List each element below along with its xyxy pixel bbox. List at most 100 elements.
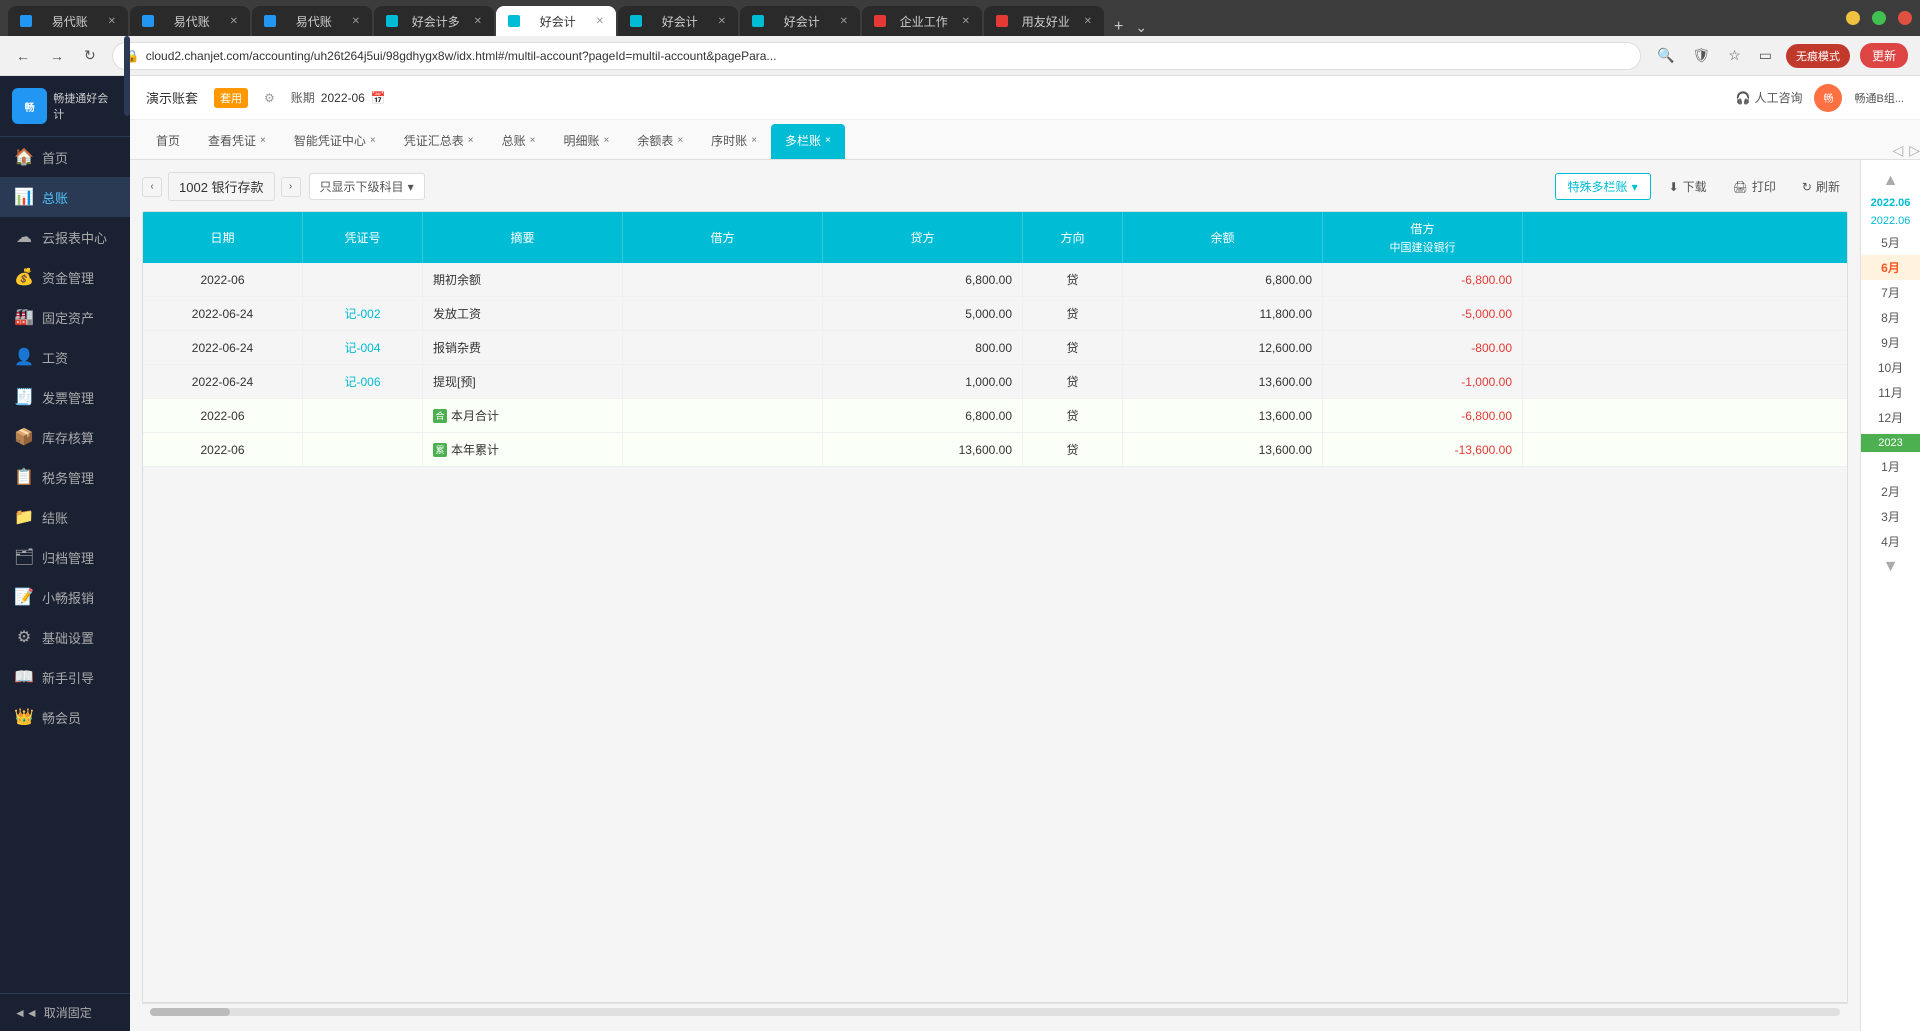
sidebar-item-archive[interactable]: 🗂 归档管理 xyxy=(0,537,130,577)
tab-close-view-voucher[interactable]: × xyxy=(260,135,266,146)
maximize-button[interactable]: □ xyxy=(1872,11,1886,25)
calendar-month-9[interactable]: 9月 xyxy=(1861,330,1920,355)
browser-tab-3[interactable]: 易代账 ✕ xyxy=(252,6,372,36)
calendar-month-8[interactable]: 8月 xyxy=(1861,305,1920,330)
sidebar-toggle-icon[interactable]: ▭ xyxy=(1755,43,1776,68)
download-button[interactable]: ⬇ 下载 xyxy=(1661,174,1715,199)
sidebar-item-payroll[interactable]: 👤 工资 xyxy=(0,337,130,377)
sidebar-item-tax[interactable]: 📋 税务管理 xyxy=(0,457,130,497)
search-icon[interactable]: 🔍 xyxy=(1653,43,1678,68)
calendar-month-6[interactable]: 6月 xyxy=(1861,255,1920,280)
horizontal-scrollbar[interactable] xyxy=(150,1008,1840,1016)
sidebar-item-inventory[interactable]: 📦 库存核算 xyxy=(0,417,130,457)
tab-close-2[interactable]: ✕ xyxy=(230,16,238,27)
sidebar-unpin-button[interactable]: ◄◄ 取消固定 xyxy=(0,993,130,1031)
shield-icon[interactable]: 🛡 xyxy=(1688,43,1714,68)
filter-subcategory-button[interactable]: 只显示下级科目 ▾ xyxy=(309,173,425,200)
calendar-month-7[interactable]: 7月 xyxy=(1861,280,1920,305)
tab-balance[interactable]: 余额表 × xyxy=(623,124,697,159)
browser-tab-2[interactable]: 易代账 ✕ xyxy=(130,6,250,36)
browser-tab-1[interactable]: 易代账 ✕ xyxy=(8,6,128,36)
update-button[interactable]: 更新 xyxy=(1860,43,1908,68)
calendar-month-2023-1[interactable]: 1月 xyxy=(1861,454,1920,479)
calendar-month-11[interactable]: 11月 xyxy=(1861,380,1920,405)
sidebar-item-invoice[interactable]: 🧾 发票管理 xyxy=(0,377,130,417)
calendar-icon[interactable]: 📅 xyxy=(371,91,386,105)
tab-close-journal[interactable]: × xyxy=(751,135,757,146)
voucher-link[interactable]: 记-004 xyxy=(344,339,380,356)
calendar-month-5[interactable]: 5月 xyxy=(1861,230,1920,255)
tab-detail-ledger[interactable]: 明细账 × xyxy=(549,124,623,159)
refresh-button[interactable]: ↻ 刷新 xyxy=(1794,174,1848,199)
tab-close-1[interactable]: ✕ xyxy=(108,16,116,27)
wuhen-button[interactable]: 无痕模式 xyxy=(1786,44,1850,68)
next-account-button[interactable]: › xyxy=(281,177,301,197)
tab-close-voucher-summary[interactable]: × xyxy=(468,135,474,146)
tab-close-8[interactable]: ✕ xyxy=(962,16,970,27)
tab-close-smart-voucher[interactable]: × xyxy=(370,135,376,146)
close-button[interactable]: ✕ xyxy=(1898,11,1912,25)
tab-close-3[interactable]: ✕ xyxy=(352,16,360,27)
tab-close-9[interactable]: ✕ xyxy=(1084,16,1092,27)
invoice-icon: 🧾 xyxy=(14,387,34,407)
tab-voucher-summary[interactable]: 凭证汇总表 × xyxy=(390,124,488,159)
tab-smart-voucher[interactable]: 智能凭证中心 × xyxy=(280,124,390,159)
browser-tab-7[interactable]: 好会计 ✕ xyxy=(740,6,860,36)
calendar-month-2023-3[interactable]: 3月 xyxy=(1861,504,1920,529)
special-multicolumn-button[interactable]: 特殊多栏账 ▾ xyxy=(1555,173,1651,200)
print-button[interactable]: 🖨 打印 xyxy=(1725,174,1784,199)
minimize-button[interactable]: — xyxy=(1846,11,1860,25)
tab-close-4[interactable]: ✕ xyxy=(474,16,482,27)
tab-close-5[interactable]: ✕ xyxy=(596,16,604,27)
service-button[interactable]: 🎧 人工咨询 xyxy=(1736,89,1803,106)
tab-close-balance[interactable]: × xyxy=(677,135,683,146)
prev-account-button[interactable]: ‹ xyxy=(142,177,162,197)
tab-close-multi-column[interactable]: × xyxy=(825,135,831,146)
sidebar-item-expense[interactable]: 📝 小畅报销 xyxy=(0,577,130,617)
sidebar-item-home[interactable]: 🏠 首页 xyxy=(0,137,130,177)
calendar-month-10[interactable]: 10月 xyxy=(1861,355,1920,380)
sidebar-item-cloud-report[interactable]: ☁ 云报表中心 xyxy=(0,217,130,257)
tab-close-6[interactable]: ✕ xyxy=(718,16,726,27)
calendar-month-2023-2[interactable]: 2月 xyxy=(1861,479,1920,504)
tab-close-detail-ledger[interactable]: × xyxy=(603,135,609,146)
tab-home[interactable]: 首页 xyxy=(142,124,194,159)
browser-tab-4[interactable]: 好会计多 ✕ xyxy=(374,6,494,36)
voucher-link[interactable]: 记-002 xyxy=(344,305,380,322)
browser-tab-6[interactable]: 好会计 ✕ xyxy=(618,6,738,36)
refresh-nav-button[interactable]: ↻ xyxy=(80,43,100,68)
sidebar-item-fixed-assets[interactable]: 🏭 固定资产 xyxy=(0,297,130,337)
browser-tab-5[interactable]: 好会计 ✕ xyxy=(496,6,616,36)
calendar-down-arrow[interactable]: ▼ xyxy=(1879,554,1903,580)
sidebar-item-guide[interactable]: 📖 新手引导 xyxy=(0,657,130,697)
tab-close-7[interactable]: ✕ xyxy=(840,16,848,27)
star-icon[interactable]: ☆ xyxy=(1724,43,1745,68)
sidebar-item-ledger[interactable]: 📊 总账 xyxy=(0,177,130,217)
sidebar-item-membership[interactable]: 👑 畅会员 xyxy=(0,697,130,737)
scrollbar-thumb[interactable] xyxy=(150,1008,230,1016)
forward-button[interactable]: → xyxy=(46,44,68,68)
calendar-up-arrow[interactable]: ▲ xyxy=(1879,168,1903,194)
sidebar-item-funds[interactable]: 💰 资金管理 xyxy=(0,257,130,297)
td-direction: 贷 xyxy=(1023,433,1123,466)
tab-journal[interactable]: 序时账 × xyxy=(697,124,771,159)
address-bar[interactable]: 🔒 cloud2.chanjet.com/accounting/uh26t264… xyxy=(112,42,1641,70)
tab-overflow-button[interactable]: ⌄ xyxy=(1135,19,1147,36)
collapse-right-icon[interactable]: ▷ xyxy=(1909,142,1920,159)
sidebar-item-close-period[interactable]: 📁 结账 xyxy=(0,497,130,537)
tab-view-voucher[interactable]: 查看凭证 × xyxy=(194,124,280,159)
new-tab-button[interactable]: + xyxy=(1106,18,1131,36)
user-avatar[interactable]: 畅 xyxy=(1814,84,1842,112)
sidebar-item-settings[interactable]: ⚙ 基础设置 xyxy=(0,617,130,657)
calendar-month-2023-4[interactable]: 4月 xyxy=(1861,529,1920,554)
back-button[interactable]: ← xyxy=(12,44,34,68)
tab-general-ledger[interactable]: 总账 × xyxy=(488,124,550,159)
browser-tab-8[interactable]: 企业工作 ✕ xyxy=(862,6,982,36)
tab-close-general-ledger[interactable]: × xyxy=(530,135,536,146)
browser-tab-9[interactable]: 用友好业 ✕ xyxy=(984,6,1104,36)
tab-multi-column[interactable]: 多栏账 × xyxy=(771,124,845,159)
voucher-link[interactable]: 记-006 xyxy=(344,373,380,390)
collapse-left-icon[interactable]: ◁ xyxy=(1892,142,1903,159)
settings-gear-icon[interactable]: ⚙ xyxy=(264,91,275,105)
calendar-month-12[interactable]: 12月 xyxy=(1861,405,1920,430)
